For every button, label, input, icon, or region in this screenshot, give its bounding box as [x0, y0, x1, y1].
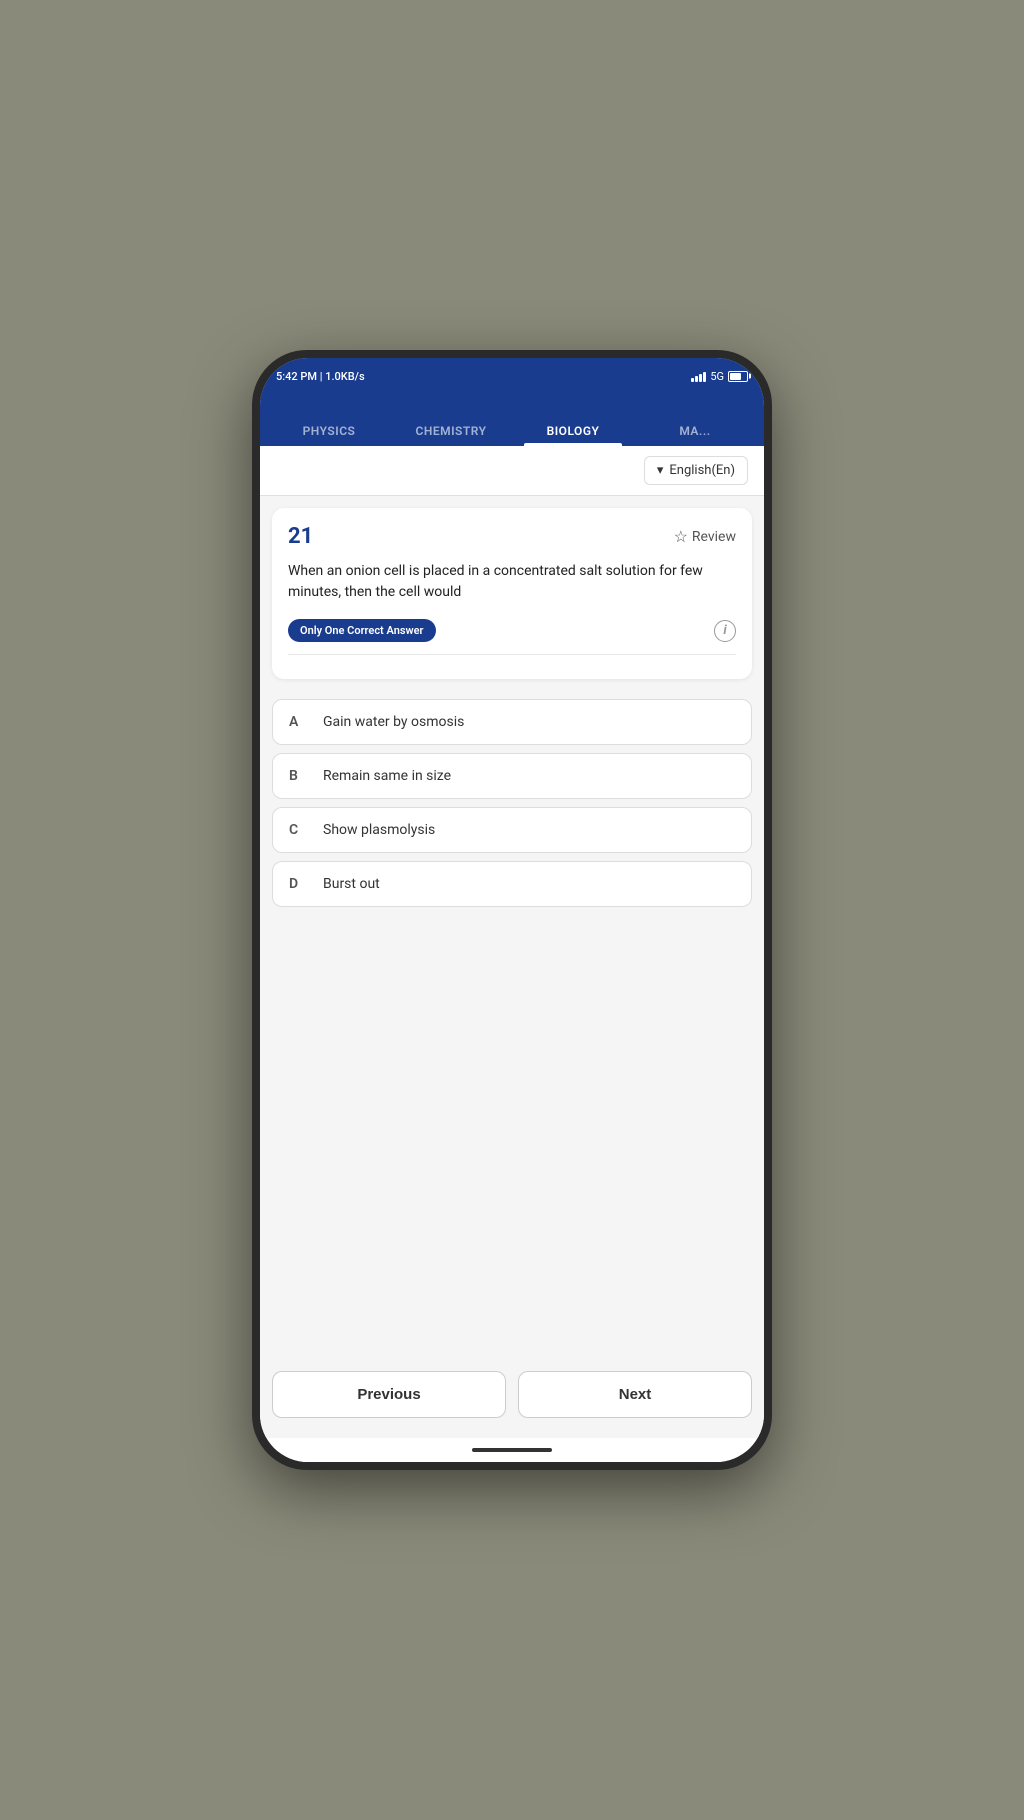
status-icons: 5G: [691, 370, 748, 383]
answer-type-tag: Only One Correct Answer: [288, 619, 436, 642]
question-header: 21 ☆ Review: [288, 524, 736, 549]
star-icon: ☆: [674, 527, 688, 546]
tab-chemistry[interactable]: CHEMISTRY: [390, 414, 512, 446]
content-area: ▾ English(En) 21 ☆ Review When an onion …: [260, 446, 764, 1438]
options-list: A Gain water by osmosis B Remain same in…: [260, 691, 764, 907]
option-d[interactable]: D Burst out: [272, 861, 752, 907]
next-button[interactable]: Next: [518, 1371, 752, 1418]
network-type: 5G: [710, 370, 724, 383]
review-button[interactable]: ☆ Review: [674, 527, 736, 546]
option-d-text: Burst out: [323, 876, 380, 892]
option-b[interactable]: B Remain same in size: [272, 753, 752, 799]
language-bar: ▾ English(En): [260, 446, 764, 496]
info-icon[interactable]: i: [714, 620, 736, 642]
tab-bar: PHYSICS CHEMISTRY BIOLOGY MA...: [260, 394, 764, 446]
tab-math[interactable]: MA...: [634, 414, 756, 446]
nav-buttons: Previous Next: [260, 1355, 764, 1438]
battery-icon: [728, 371, 748, 382]
language-label: English(En): [669, 463, 735, 478]
option-d-label: D: [289, 876, 309, 892]
language-selector[interactable]: ▾ English(En): [644, 456, 748, 485]
option-b-label: B: [289, 768, 309, 784]
status-bar: 5:42 PM | 1.0KB/s 5G: [260, 358, 764, 394]
divider: [288, 654, 736, 655]
option-a[interactable]: A Gain water by osmosis: [272, 699, 752, 745]
previous-button[interactable]: Previous: [272, 1371, 506, 1418]
review-label: Review: [692, 529, 736, 545]
option-a-label: A: [289, 714, 309, 730]
question-text: When an onion cell is placed in a concen…: [288, 561, 736, 603]
chevron-down-icon: ▾: [657, 463, 664, 478]
signal-icon: [691, 370, 706, 382]
option-b-text: Remain same in size: [323, 768, 451, 784]
tab-biology[interactable]: BIOLOGY: [512, 414, 634, 446]
phone-screen: 5:42 PM | 1.0KB/s 5G PHYSICS CHEMISTRY B…: [260, 358, 764, 1462]
question-number: 21: [288, 524, 313, 549]
option-c[interactable]: C Show plasmolysis: [272, 807, 752, 853]
option-a-text: Gain water by osmosis: [323, 714, 464, 730]
status-time: 5:42 PM | 1.0KB/s: [276, 370, 365, 383]
phone-frame: 5:42 PM | 1.0KB/s 5G PHYSICS CHEMISTRY B…: [252, 350, 772, 1470]
option-c-label: C: [289, 822, 309, 838]
question-card: 21 ☆ Review When an onion cell is placed…: [272, 508, 752, 679]
tag-row: Only One Correct Answer i: [288, 619, 736, 642]
tab-physics[interactable]: PHYSICS: [268, 414, 390, 446]
home-bar: [472, 1448, 552, 1452]
home-indicator: [260, 1438, 764, 1462]
option-c-text: Show plasmolysis: [323, 822, 435, 838]
